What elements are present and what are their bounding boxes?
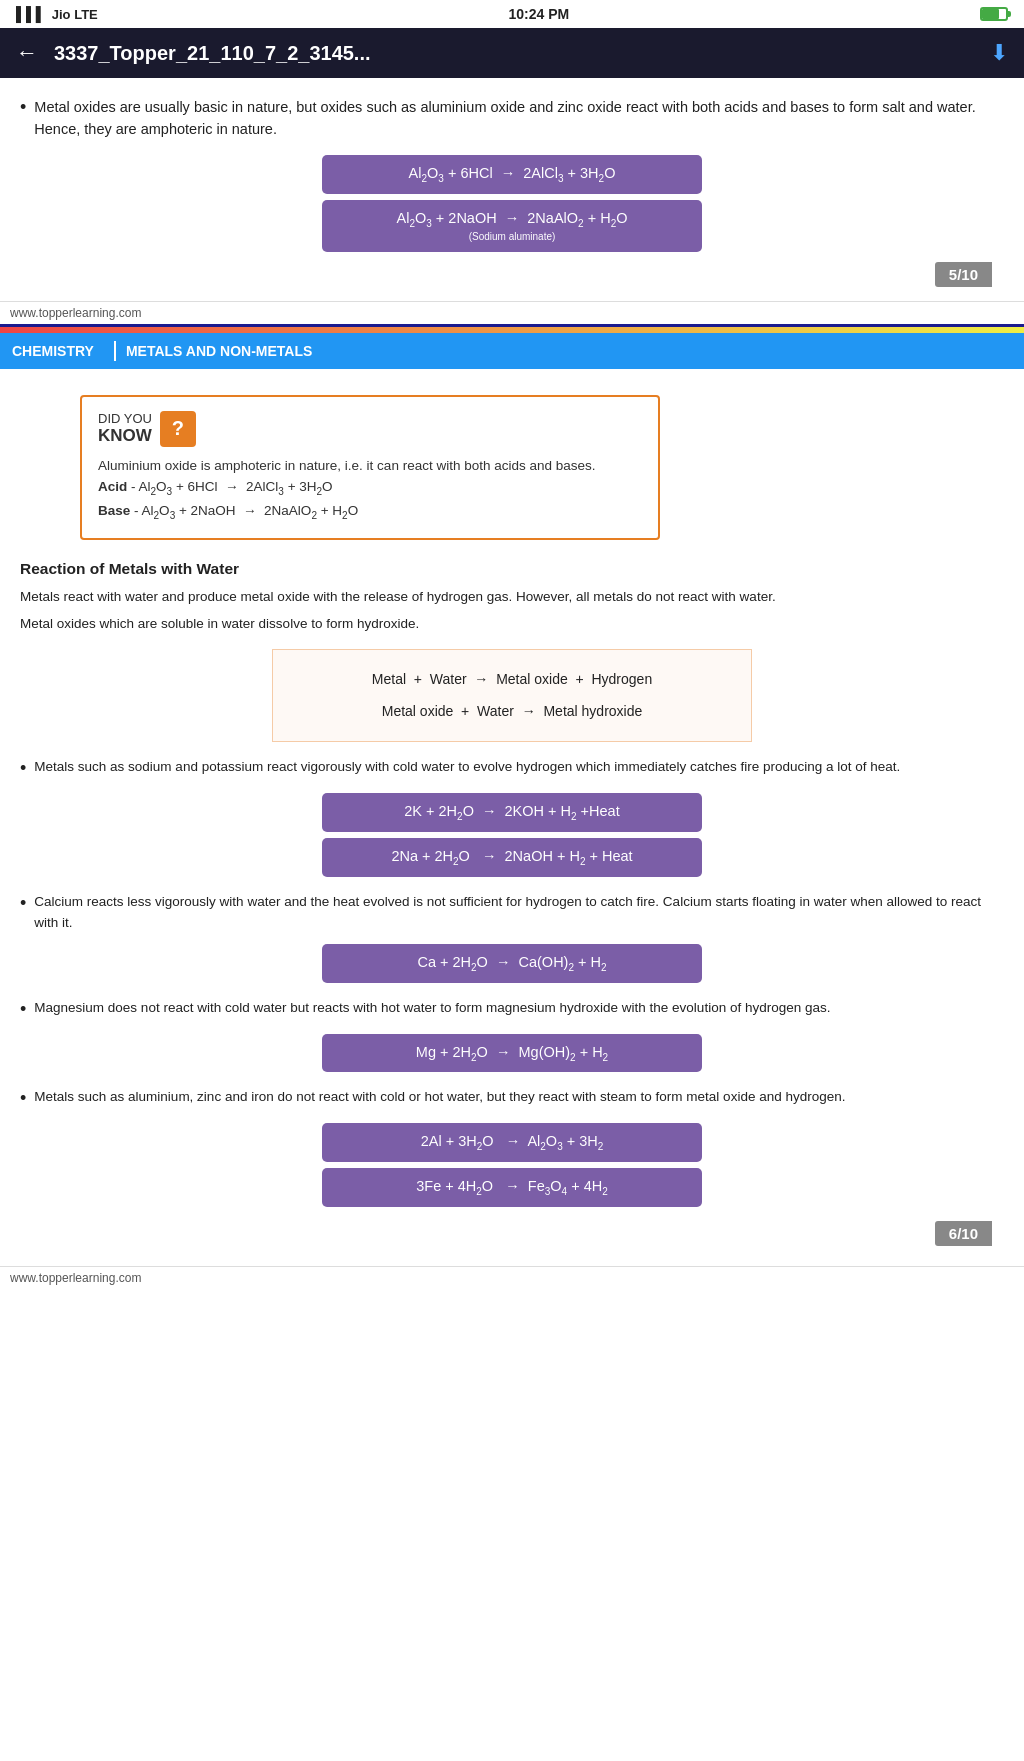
did-you-know-box: DID YOU KNOW ? Aluminium oxide is amphot… [80,395,660,540]
reaction-row-1-text: Metal + Water → Metal oxide + Hydrogen [372,666,652,693]
document-title: 3337_Topper_21_110_7_2_3145... [54,42,974,65]
bullet-dot-3: • [20,995,26,1024]
equation-box-1: Al2O3 + 6HCl → 2AlCl3 + 3H2O [322,155,702,194]
chapter-subject: CHEMISTRY [12,343,104,359]
page-number-2: 6/10 [935,1221,992,1246]
dyk-question-icon: ? [160,411,196,447]
bullet-dot-2: • [20,889,26,934]
bullet-text-4: Metals such as aluminium, zinc and iron … [34,1086,845,1113]
equation-mg: Mg + 2H2O → Mg(OH)2 + H2 [322,1034,702,1073]
bullet-section-1: • Metals such as sodium and potassium re… [20,756,1004,783]
dyk-header: DID YOU KNOW ? [98,411,642,447]
bullet-section-3: • Magnesium does not react with cold wat… [20,997,1004,1024]
section-content: DID YOU KNOW ? Aluminium oxide is amphot… [0,369,1024,1266]
download-button[interactable]: ⬇ [990,40,1008,66]
top-bullet-item: • Metal oxides are usually basic in natu… [20,96,1004,141]
signal-icon: ▌▌▌ [16,6,46,22]
reaction-row-2-text: Metal oxide + Water → Metal hydroxide [382,698,643,725]
dyk-line1: DID YOU [98,411,152,426]
carrier-label: Jio LTE [52,7,98,22]
chapter-topic: METALS AND NON-METALS [126,343,312,359]
bullet-text-2: Calcium reacts less vigorously with wate… [34,891,1004,934]
battery-fill [982,9,999,19]
top-bullet-text: Metal oxides are usually basic in nature… [34,96,1004,141]
reaction-heading: Reaction of Metals with Water [20,560,1004,578]
chapter-header: CHEMISTRY METALS AND NON-METALS [0,333,1024,369]
top-content-area: • Metal oxides are usually basic in natu… [0,78,1024,301]
bullet-section-4: • Metals such as aluminium, zinc and iro… [20,1086,1004,1113]
equation-ca: Ca + 2H2O → Ca(OH)2 + H2 [322,944,702,983]
back-button[interactable]: ← [16,40,38,66]
dyk-question-mark-text: ? [172,413,184,444]
dyk-base-line: Base - Al2O3 + 2NaOH → 2NaAlO2 + H2O [98,503,358,518]
reaction-row-2: Metal oxide + Water → Metal hydroxide [293,698,731,725]
status-left: ▌▌▌ Jio LTE [16,6,98,22]
battery-icon [980,7,1008,21]
page-number-1: 5/10 [935,262,992,287]
website-bar-top: www.topperlearning.com [0,301,1024,327]
status-right [980,7,1008,21]
reaction-row-1: Metal + Water → Metal oxide + Hydrogen [293,666,731,693]
app-header: ← 3337_Topper_21_110_7_2_3145... ⬇ [0,28,1024,78]
dyk-line2: KNOW [98,426,152,445]
dyk-acid-line: Acid - Al2O3 + 6HCl → 2AlCl3 + 3H2O [98,479,333,494]
equation-2k: 2K + 2H2O → 2KOH + H2 +Heat [322,793,702,832]
equation-fe: 3Fe + 4H2O → Fe3O4 + 4H2 [322,1168,702,1207]
equation-al: 2Al + 3H2O → Al2O3 + 3H2 [322,1123,702,1162]
chapter-divider [114,341,116,361]
time-label: 10:24 PM [509,6,570,22]
status-bar: ▌▌▌ Jio LTE 10:24 PM [0,0,1024,28]
page-badge-1: 5/10 [20,258,1004,291]
website-url-bottom: www.topperlearning.com [10,1271,141,1285]
equation-2na: 2Na + 2H2O → 2NaOH + H2 + Heat [322,838,702,877]
bullet-text-1: Metals such as sodium and potassium reac… [34,756,900,783]
website-bar-bottom: www.topperlearning.com [0,1266,1024,1289]
reaction-table: Metal + Water → Metal oxide + Hydrogen M… [272,649,752,742]
reaction-desc-2: Metal oxides which are soluble in water … [20,613,1004,635]
website-url-top: www.topperlearning.com [10,306,141,320]
page-badge-2: 6/10 [20,1217,1004,1250]
reaction-desc-1: Metals react with water and produce meta… [20,586,1004,608]
equation-box-2: Al2O3 + 2NaOH → 2NaAlO2 + H2O (Sodium al… [322,200,702,252]
bullet-dot-4: • [20,1084,26,1113]
bullet-dot: • [20,94,26,141]
dyk-title: DID YOU KNOW [98,411,152,447]
dyk-body-main: Aluminium oxide is amphoteric in nature,… [98,458,596,473]
dyk-body-text: Aluminium oxide is amphoteric in nature,… [98,455,642,524]
bullet-text-3: Magnesium does not react with cold water… [34,997,830,1024]
bullet-section-2: • Calcium reacts less vigorously with wa… [20,891,1004,934]
bullet-dot-1: • [20,754,26,783]
equation-sublabel: (Sodium aluminate) [342,231,682,242]
